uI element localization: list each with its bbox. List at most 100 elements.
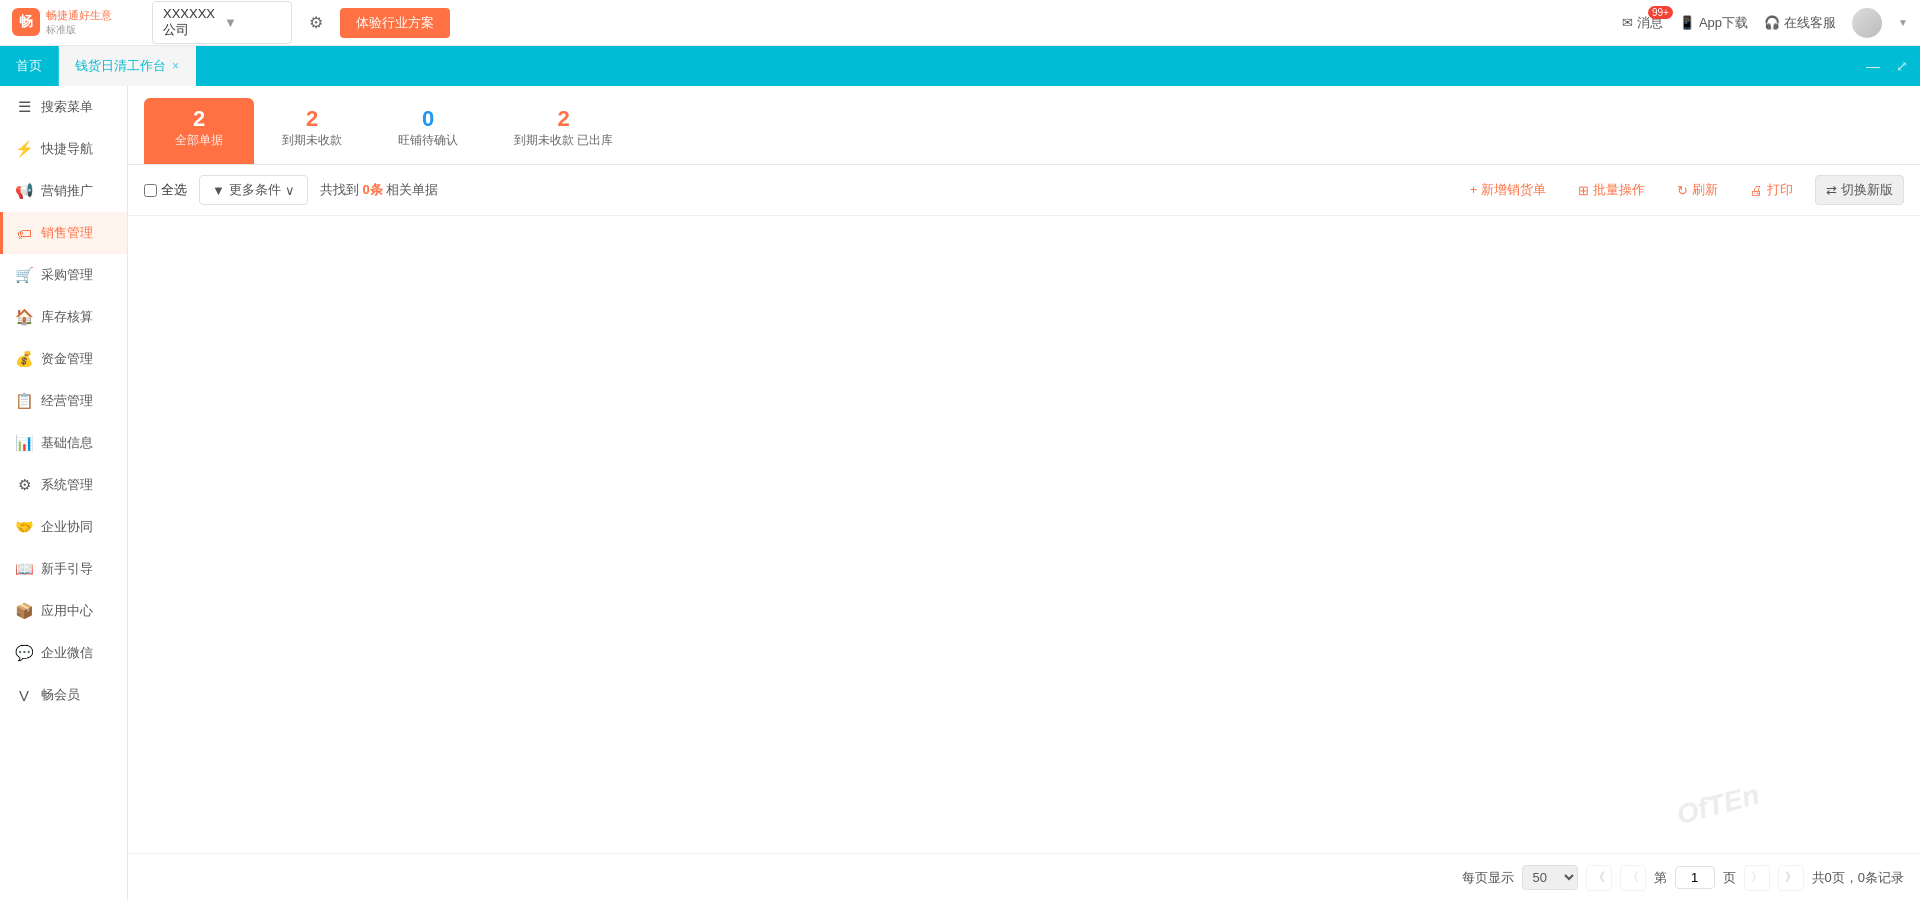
- page-input[interactable]: [1675, 866, 1715, 889]
- sidebar-label-marketing: 营销推广: [41, 182, 93, 200]
- sidebar-item-finance[interactable]: 💰 资金管理: [0, 338, 127, 380]
- inventory-icon: 🏠: [15, 308, 33, 326]
- phone-icon: 📱: [1679, 15, 1695, 30]
- message-icon: ✉: [1622, 15, 1633, 30]
- card-shipped[interactable]: 2 到期未收款 已出库: [486, 98, 641, 164]
- member-icon: V: [15, 687, 33, 704]
- found-count: 0条: [363, 182, 383, 197]
- first-page-button[interactable]: 《: [1586, 865, 1612, 891]
- card-pending-label: 旺铺待确认: [398, 133, 458, 147]
- sidebar-item-cooperation[interactable]: 🤝 企业协同: [0, 506, 127, 548]
- sidebar-label-system: 系统管理: [41, 476, 93, 494]
- more-filters-button[interactable]: ▼ 更多条件 ∨: [199, 175, 308, 205]
- pagination: 每页显示 50 100 200 《 〈 第 页 〉 》 共0页，0条记录: [128, 853, 1920, 901]
- card-pending-count: 0: [398, 106, 458, 132]
- tab-close-icon[interactable]: ×: [172, 59, 179, 73]
- switch-version-button[interactable]: ⇄ 切换新版: [1815, 175, 1904, 205]
- select-all-checkbox[interactable]: [144, 184, 157, 197]
- avatar-image: [1852, 8, 1882, 38]
- tab-home[interactable]: 首页: [0, 46, 59, 86]
- card-all[interactable]: 2 全部单据: [144, 98, 254, 164]
- appcenter-icon: 📦: [15, 602, 33, 620]
- system-icon: ⚙: [15, 476, 33, 494]
- sidebar-item-operations[interactable]: 📋 经营管理: [0, 380, 127, 422]
- sidebar-item-inventory[interactable]: 🏠 库存核算: [0, 296, 127, 338]
- add-sales-order-button[interactable]: + 新增销货单: [1460, 176, 1556, 204]
- gear-icon: ⚙: [309, 13, 323, 32]
- sidebar-item-search[interactable]: ☰ 搜索菜单: [0, 86, 127, 128]
- messages-button[interactable]: ✉ 消息 99+: [1622, 14, 1663, 32]
- sidebar-label-cooperation: 企业协同: [41, 518, 93, 536]
- chevron-down-icon: ▼: [1898, 17, 1908, 28]
- sidebar-item-wechat[interactable]: 💬 企业微信: [0, 632, 127, 674]
- tab-home-label: 首页: [16, 57, 42, 75]
- guide-icon: 📖: [15, 560, 33, 578]
- marketing-icon: 📢: [15, 182, 33, 200]
- per-page-label: 每页显示: [1462, 869, 1514, 887]
- app-download-label: App下载: [1699, 14, 1748, 32]
- user-menu-button[interactable]: ▼: [1898, 17, 1908, 28]
- prev-page-button[interactable]: 〈: [1620, 865, 1646, 891]
- tab-minimize-icon[interactable]: —: [1862, 54, 1884, 78]
- tab-expand-icon[interactable]: ⤢: [1892, 54, 1912, 78]
- switch-icon: ⇄: [1826, 183, 1837, 198]
- select-all-text: 全选: [161, 181, 187, 199]
- logo-icon: 畅: [12, 8, 40, 36]
- table-area: [128, 216, 1920, 853]
- summary-cards: 2 全部单据 2 到期未收款 0 旺铺待确认 2 到期未收款 已出库: [128, 86, 1920, 165]
- next-page-button[interactable]: 〉: [1744, 865, 1770, 891]
- sidebar-item-purchase[interactable]: 🛒 采购管理: [0, 254, 127, 296]
- online-service-label: 在线客服: [1784, 14, 1836, 32]
- sidebar-label-finance: 资金管理: [41, 350, 93, 368]
- card-overdue[interactable]: 2 到期未收款: [254, 98, 370, 164]
- filter-icon: ▼: [212, 183, 225, 198]
- sidebar-label-sales: 销售管理: [41, 224, 93, 242]
- card-pending[interactable]: 0 旺铺待确认: [370, 98, 486, 164]
- sales-icon: 🏷: [15, 225, 33, 242]
- operations-icon: 📋: [15, 392, 33, 410]
- tab-workbench[interactable]: 钱货日清工作台 ×: [59, 46, 196, 86]
- sidebar-item-marketing[interactable]: 📢 营销推广: [0, 170, 127, 212]
- select-all-label[interactable]: 全选: [144, 181, 187, 199]
- card-shipped-label: 到期未收款 已出库: [514, 133, 613, 147]
- avatar[interactable]: [1852, 8, 1882, 38]
- app-download-button[interactable]: 📱 App下载: [1679, 14, 1748, 32]
- card-all-label: 全部单据: [175, 133, 223, 147]
- batch-operation-button[interactable]: ⊞ 批量操作: [1568, 176, 1655, 204]
- sidebar-item-guide[interactable]: 📖 新手引导: [0, 548, 127, 590]
- sidebar-label-appcenter: 应用中心: [41, 602, 93, 620]
- content-area: 2 全部单据 2 到期未收款 0 旺铺待确认 2 到期未收款 已出库 全选: [128, 86, 1920, 901]
- sidebar-item-appcenter[interactable]: 📦 应用中心: [0, 590, 127, 632]
- wechat-icon: 💬: [15, 644, 33, 662]
- sidebar-label-operations: 经营管理: [41, 392, 93, 410]
- sidebar-item-member[interactable]: V 畅会员: [0, 674, 127, 716]
- print-icon: 🖨: [1750, 183, 1763, 198]
- refresh-button[interactable]: ↻ 刷新: [1667, 176, 1728, 204]
- card-all-count: 2: [172, 106, 226, 132]
- main-layout: ☰ 搜索菜单 ⚡ 快捷导航 📢 营销推广 🏷 销售管理 🛒 采购管理 🏠 库存核…: [0, 86, 1920, 901]
- company-selector[interactable]: XXXXXX公司 ▼: [152, 1, 292, 44]
- online-service-button[interactable]: 🎧 在线客服: [1764, 14, 1836, 32]
- experience-button[interactable]: 体验行业方案: [340, 8, 450, 38]
- sidebar-item-quicknav[interactable]: ⚡ 快捷导航: [0, 128, 127, 170]
- sidebar-item-system[interactable]: ⚙ 系统管理: [0, 464, 127, 506]
- sidebar-label-quicknav: 快捷导航: [41, 140, 93, 158]
- last-page-button[interactable]: 》: [1778, 865, 1804, 891]
- toolbar-right: + 新增销货单 ⊞ 批量操作 ↻ 刷新 🖨 打印 ⇄ 切换新版: [1460, 175, 1904, 205]
- sidebar-item-basicinfo[interactable]: 📊 基础信息: [0, 422, 127, 464]
- sidebar-item-sales[interactable]: 🏷 销售管理: [0, 212, 127, 254]
- purchase-icon: 🛒: [15, 266, 33, 284]
- basicinfo-icon: 📊: [15, 434, 33, 452]
- sidebar-label-member: 畅会员: [41, 686, 80, 704]
- found-text: 共找到 0条 相关单据: [320, 181, 438, 199]
- card-overdue-count: 2: [282, 106, 342, 132]
- messages-badge: 99+: [1648, 6, 1673, 19]
- card-overdue-label: 到期未收款: [282, 133, 342, 147]
- print-button[interactable]: 🖨 打印: [1740, 176, 1803, 204]
- settings-button[interactable]: ⚙: [300, 7, 332, 39]
- sidebar-label-purchase: 采购管理: [41, 266, 93, 284]
- sidebar: ☰ 搜索菜单 ⚡ 快捷导航 📢 营销推广 🏷 销售管理 🛒 采购管理 🏠 库存核…: [0, 86, 128, 901]
- per-page-select[interactable]: 50 100 200: [1522, 865, 1578, 890]
- sidebar-label-guide: 新手引导: [41, 560, 93, 578]
- company-name: XXXXXX公司: [163, 6, 220, 39]
